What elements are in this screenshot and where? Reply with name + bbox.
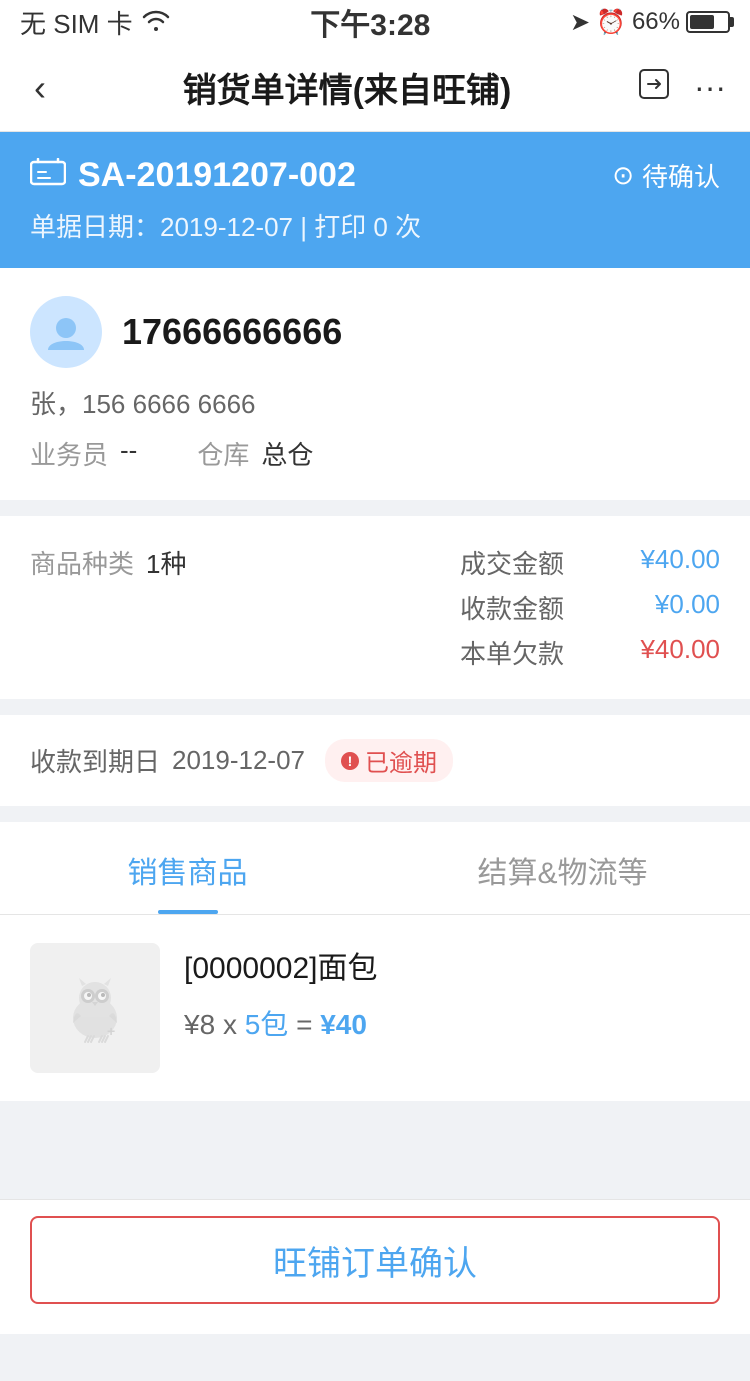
customer-name: 张，156 6666 6666: [30, 384, 720, 421]
wifi-icon: [141, 7, 171, 38]
summary-card: 商品种类 1种 成交金额 ¥40.00 收款金额 ¥0.00 本单欠款 ¥40.…: [0, 516, 750, 699]
status-left: 无 SIM 卡: [20, 4, 171, 41]
tab-sales-products[interactable]: 销售商品: [0, 822, 375, 914]
customer-meta: 业务员 -- 仓库 总仓: [30, 435, 720, 472]
product-type-label: 商品种类: [30, 544, 134, 581]
overdue-icon: !: [341, 752, 359, 770]
product-equals: =: [296, 1009, 320, 1040]
due-date-label: 收款到期日: [30, 742, 160, 779]
transaction-amount-label: 成交金额: [460, 544, 564, 581]
due-date-card: 收款到期日 2019-12-07 ! 已逾期: [0, 715, 750, 806]
customer-row: 17666666666: [30, 296, 720, 368]
status-time: 下午3:28: [310, 0, 430, 44]
transaction-amount-value: ¥40.00: [640, 544, 720, 581]
carrier-text: 无 SIM 卡: [20, 4, 133, 41]
share-icon[interactable]: [638, 68, 670, 108]
product-name: [0000002]面包: [184, 943, 720, 987]
order-id-row: SA-20191207-002 ⊙ 待确认: [30, 156, 720, 195]
battery-icon: [686, 11, 730, 33]
order-header: SA-20191207-002 ⊙ 待确认 单据日期：2019-12-07 | …: [0, 132, 750, 268]
tabs-container: 销售商品 结算&物流等: [0, 822, 750, 915]
overdue-badge: ! 已逾期: [325, 739, 453, 782]
more-icon[interactable]: ···: [694, 69, 726, 106]
transaction-amount-row: 成交金额 ¥40.00: [460, 544, 720, 581]
back-button[interactable]: ‹: [24, 57, 56, 119]
product-info: [0000002]面包 ¥8 x 5包 = ¥40: [184, 943, 720, 1073]
tab-settlement[interactable]: 结算&物流等: [375, 822, 750, 914]
received-amount-label: 收款金额: [460, 589, 564, 626]
salesperson-item: 业务员 --: [30, 435, 137, 472]
product-image: +: [55, 968, 135, 1048]
tabs-row: 销售商品 结算&物流等: [0, 822, 750, 915]
salesperson-value: --: [120, 435, 137, 472]
product-total: ¥40: [320, 1009, 367, 1040]
received-amount-row: 收款金额 ¥0.00: [460, 589, 720, 626]
summary-row: 商品种类 1种 成交金额 ¥40.00 收款金额 ¥0.00 本单欠款 ¥40.…: [30, 544, 720, 671]
debt-amount-label: 本单欠款: [460, 634, 564, 671]
order-number: SA-20191207-002: [78, 156, 356, 195]
debt-amount-row: 本单欠款 ¥40.00: [460, 634, 720, 671]
avatar: [30, 296, 102, 368]
warehouse-item: 仓库 总仓: [197, 435, 313, 472]
product-price: ¥8: [184, 1009, 215, 1040]
location-icon: ➤: [570, 8, 590, 37]
product-multiply: x: [223, 1009, 245, 1040]
order-icon: [30, 156, 66, 195]
customer-phone: 17666666666: [122, 311, 342, 353]
bottom-bar: 旺铺订单确认: [0, 1199, 750, 1334]
overdue-text: 已逾期: [365, 743, 437, 778]
order-date: 单据日期：2019-12-07 | 打印 0 次: [30, 207, 720, 244]
battery-percent: 66%: [632, 8, 680, 36]
product-quantity: 5包: [245, 1009, 289, 1040]
nav-bar: ‹ 销货单详情(来自旺铺) ···: [0, 44, 750, 132]
clock-icon: ⊙: [612, 160, 634, 191]
customer-card: 17666666666 张，156 6666 6666 业务员 -- 仓库 总仓: [0, 268, 750, 500]
product-type-value: 1种: [146, 544, 186, 581]
due-date-value: 2019-12-07: [172, 745, 305, 776]
confirm-order-button[interactable]: 旺铺订单确认: [30, 1216, 720, 1304]
salesperson-label: 业务员: [30, 435, 108, 472]
product-card: + [0000002]面包 ¥8 x 5包 = ¥40: [0, 915, 750, 1101]
alarm-icon: ⏰: [596, 8, 626, 37]
order-id: SA-20191207-002: [30, 156, 356, 195]
amounts-section: 成交金额 ¥40.00 收款金额 ¥0.00 本单欠款 ¥40.00: [460, 544, 720, 671]
debt-amount-value: ¥40.00: [640, 634, 720, 671]
status-right: ➤ ⏰ 66%: [570, 8, 730, 37]
product-thumbnail: +: [30, 943, 160, 1073]
nav-actions: ···: [638, 68, 726, 108]
warehouse-value: 总仓: [261, 435, 313, 472]
product-type-section: 商品种类 1种: [30, 544, 186, 581]
product-price-row: ¥8 x 5包 = ¥40: [184, 1003, 720, 1043]
svg-text:+: +: [107, 1023, 115, 1039]
order-status-text: 待确认: [642, 157, 720, 194]
received-amount-value: ¥0.00: [655, 589, 720, 626]
warehouse-label: 仓库: [197, 435, 249, 472]
page-title: 销货单详情(来自旺铺): [56, 63, 638, 112]
status-bar: 无 SIM 卡 下午3:28 ➤ ⏰ 66%: [0, 0, 750, 44]
order-status: ⊙ 待确认: [612, 157, 720, 194]
